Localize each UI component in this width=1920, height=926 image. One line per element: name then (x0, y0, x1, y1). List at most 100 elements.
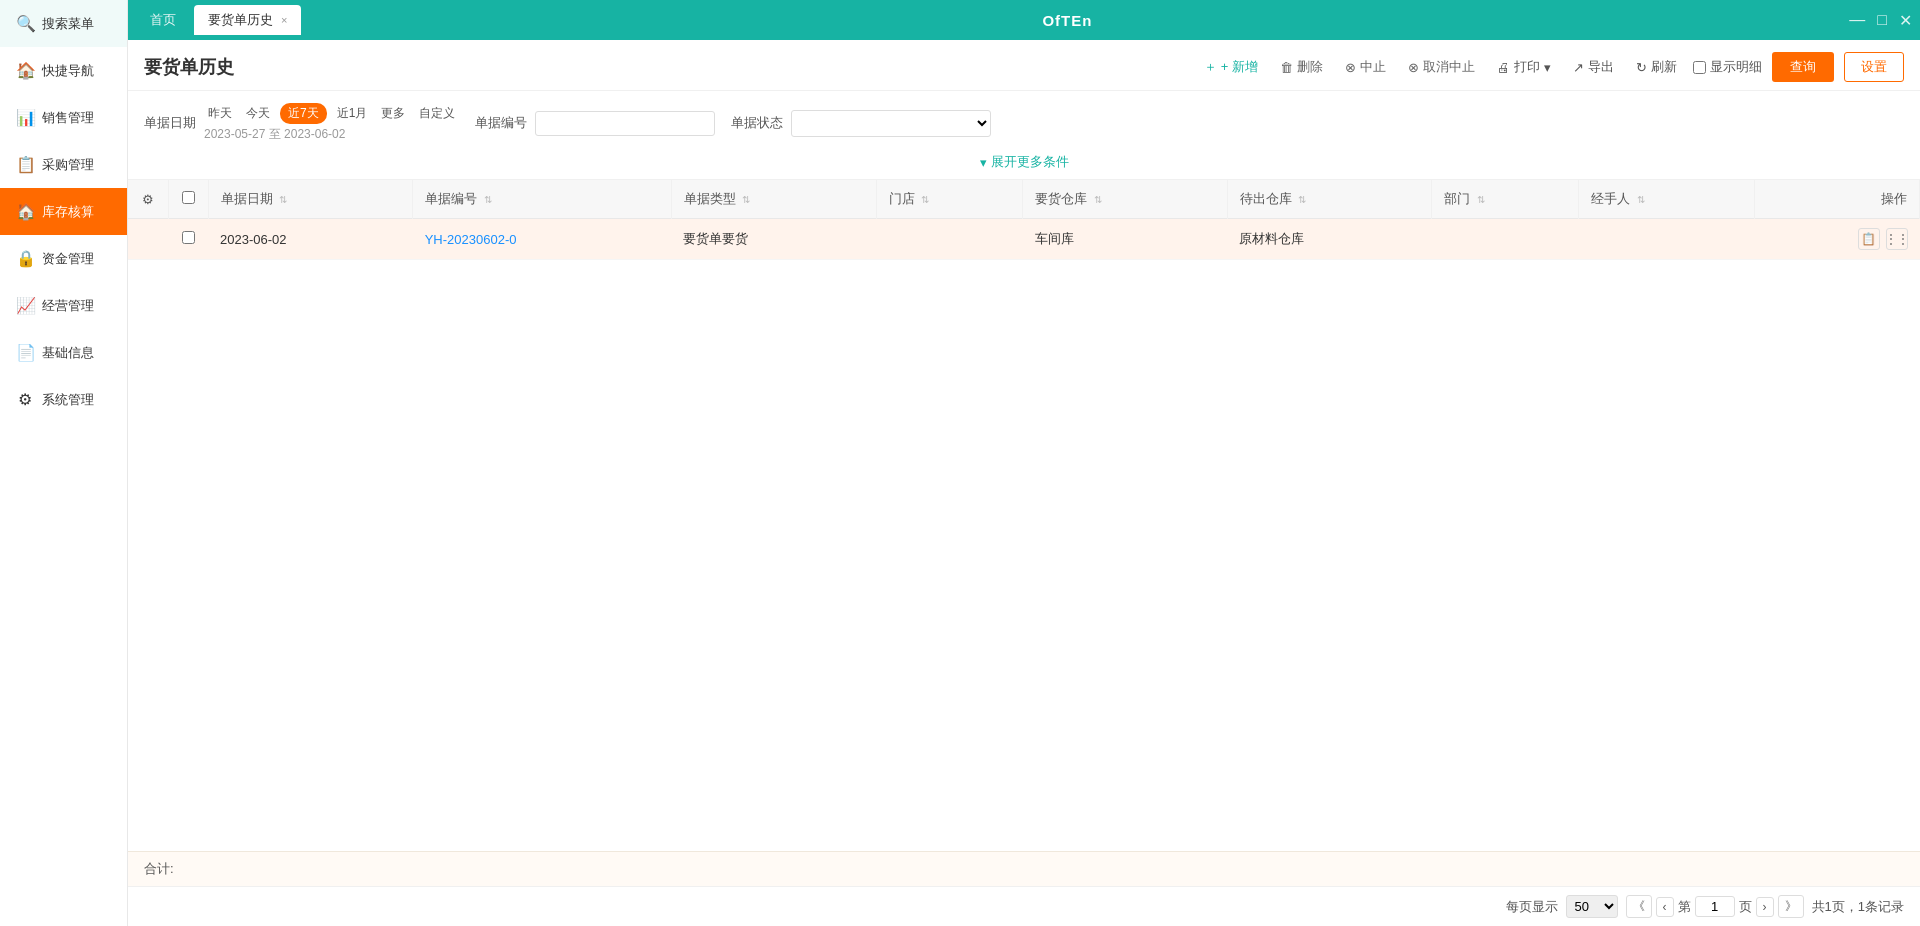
tab-home-label: 首页 (150, 11, 176, 29)
delete-button[interactable]: 🗑 删除 (1274, 54, 1329, 80)
sidebar-item-basics[interactable]: 📄 基础信息 (0, 329, 127, 376)
prev-page-button[interactable]: ‹ (1656, 897, 1674, 917)
row-action-edit[interactable]: 📋 (1858, 228, 1880, 250)
sort-icon-doc-date[interactable]: ⇅ (279, 194, 287, 205)
tab-home[interactable]: 首页 (136, 5, 190, 35)
next-page-button[interactable]: › (1756, 897, 1774, 917)
per-page-select[interactable]: 50 20 100 200 (1566, 895, 1618, 918)
stop-button[interactable]: ⊗ 中止 (1339, 54, 1392, 80)
th-store-label: 门店 (889, 191, 915, 206)
lock-icon: 🔒 (16, 249, 34, 268)
sidebar-item-finance[interactable]: 🔒 资金管理 (0, 235, 127, 282)
operations-icon: 📈 (16, 296, 34, 315)
print-button[interactable]: 🖨 打印 ▾ (1491, 54, 1557, 80)
sidebar-item-inventory[interactable]: 🏠 库存核算 (0, 188, 127, 235)
row-select-checkbox[interactable] (182, 231, 195, 244)
sort-icon-doc-number[interactable]: ⇅ (484, 194, 492, 205)
date-btn-more[interactable]: 更多 (377, 103, 409, 124)
tab-purchase-history[interactable]: 要货单历史 × (194, 5, 301, 35)
chevron-down-icon: ▾ (980, 155, 987, 170)
total-records-label: 共1页，1条记录 (1812, 898, 1904, 916)
home-icon: 🏠 (16, 61, 34, 80)
th-doc-number: 单据编号 ⇅ (413, 180, 672, 219)
toolbar: ＋ + 新增 🗑 删除 ⊗ 中止 ⊗ 取消中止 🖨 打印 (1198, 52, 1904, 82)
filter-row: 单据日期 昨天 今天 近7天 近1月 更多 自定义 2023-05-27 至 2… (144, 103, 1904, 143)
show-detail-checkbox[interactable] (1693, 61, 1706, 74)
first-page-button[interactable]: 《 (1626, 895, 1652, 918)
new-label: + 新增 (1221, 58, 1258, 76)
select-all-checkbox[interactable] (182, 191, 195, 204)
window-minimize-icon[interactable]: — (1849, 11, 1865, 29)
th-req-warehouse: 要货仓库 ⇅ (1023, 180, 1228, 219)
sort-icon-doc-type[interactable]: ⇅ (742, 194, 750, 205)
sidebar-item-quicknav[interactable]: 🏠 快捷导航 (0, 47, 127, 94)
sidebar-item-label: 经营管理 (42, 297, 94, 315)
th-pending-warehouse: 待出仓库 ⇅ (1227, 180, 1432, 219)
th-handler: 经手人 ⇅ (1579, 180, 1755, 219)
date-btn-custom[interactable]: 自定义 (415, 103, 459, 124)
date-btn-yesterday[interactable]: 昨天 (204, 103, 236, 124)
topbar-window-controls: — □ ✕ (1849, 11, 1912, 30)
doc-status-select[interactable] (791, 110, 991, 137)
settings-column-icon[interactable]: ⚙ (142, 192, 154, 207)
refresh-icon: ↻ (1636, 60, 1647, 75)
sidebar: 🔍 搜索菜单 🏠 快捷导航 📊 销售管理 📋 采购管理 🏠 库存核算 🔒 资金管… (0, 0, 128, 926)
sidebar-item-purchase[interactable]: 📋 采购管理 (0, 141, 127, 188)
refresh-button[interactable]: ↻ 刷新 (1630, 54, 1683, 80)
query-button[interactable]: 查询 (1772, 52, 1834, 82)
row-req-warehouse: 车间库 (1023, 219, 1228, 260)
cancel-stop-button[interactable]: ⊗ 取消中止 (1402, 54, 1481, 80)
expand-more-btn[interactable]: ▾ 展开更多条件 (980, 153, 1069, 171)
table-row: 2023-06-02 YH-20230602-0 要货单要货 车间库 原材料仓库… (128, 219, 1920, 260)
row-checkbox (168, 219, 208, 260)
table-wrapper: ⚙ 单据日期 ⇅ 单据编号 ⇅ (128, 180, 1920, 851)
th-doc-type-label: 单据类型 (684, 191, 736, 206)
sort-icon-req-warehouse[interactable]: ⇅ (1094, 194, 1102, 205)
sort-icon-store[interactable]: ⇅ (921, 194, 929, 205)
sidebar-item-label: 采购管理 (42, 156, 94, 174)
date-btn-last7days[interactable]: 近7天 (280, 103, 327, 124)
print-label: 打印 (1514, 58, 1540, 76)
show-detail-checkbox-wrapper[interactable]: 显示明细 (1693, 58, 1762, 76)
export-button[interactable]: ↗ 导出 (1567, 54, 1620, 80)
row-actions: 📋 ⋮⋮ (1754, 219, 1919, 260)
export-icon: ↗ (1573, 60, 1584, 75)
last-page-button[interactable]: 》 (1778, 895, 1804, 918)
date-filter-group: 单据日期 昨天 今天 近7天 近1月 更多 自定义 2023-05-27 至 2… (144, 103, 459, 143)
sidebar-item-label: 基础信息 (42, 344, 94, 362)
th-checkbox (168, 180, 208, 219)
main-content: 首页 要货单历史 × OfTEn — □ ✕ 要货单历史 ＋ + 新增 🗑 删 (128, 0, 1920, 926)
refresh-label: 刷新 (1651, 58, 1677, 76)
search-icon: 🔍 (16, 14, 34, 33)
sidebar-item-label: 库存核算 (42, 203, 94, 221)
gear-icon: ⚙ (16, 390, 34, 409)
row-pending-warehouse: 原材料仓库 (1227, 219, 1432, 260)
sidebar-item-search[interactable]: 🔍 搜索菜单 (0, 0, 127, 47)
window-restore-icon[interactable]: □ (1877, 11, 1887, 29)
sidebar-item-operations[interactable]: 📈 经营管理 (0, 282, 127, 329)
print-dropdown-icon[interactable]: ▾ (1544, 60, 1551, 75)
doc-number-link[interactable]: YH-20230602-0 (425, 232, 517, 247)
th-pending-warehouse-label: 待出仓库 (1240, 191, 1292, 206)
doc-number-input[interactable] (535, 111, 715, 136)
window-close-icon[interactable]: ✕ (1899, 11, 1912, 30)
sidebar-item-sales[interactable]: 📊 销售管理 (0, 94, 127, 141)
page-title: 要货单历史 (144, 55, 1198, 79)
sort-icon-handler[interactable]: ⇅ (1637, 194, 1645, 205)
row-handler (1579, 219, 1755, 260)
sidebar-item-label: 销售管理 (42, 109, 94, 127)
new-icon: ＋ (1204, 58, 1217, 76)
sort-icon-department[interactable]: ⇅ (1477, 194, 1485, 205)
tab-close-icon[interactable]: × (281, 14, 287, 26)
sort-icon-pending-warehouse[interactable]: ⇅ (1298, 194, 1306, 205)
settings-button[interactable]: 设置 (1844, 52, 1904, 82)
date-btn-last1month[interactable]: 近1月 (333, 103, 372, 124)
page-number-input[interactable] (1695, 896, 1735, 917)
row-settings (128, 219, 168, 260)
new-button[interactable]: ＋ + 新增 (1198, 54, 1264, 80)
row-action-more[interactable]: ⋮⋮ (1886, 228, 1908, 250)
date-btn-today[interactable]: 今天 (242, 103, 274, 124)
sidebar-item-system[interactable]: ⚙ 系统管理 (0, 376, 127, 423)
inventory-icon: 🏠 (16, 202, 34, 221)
th-department: 部门 ⇅ (1432, 180, 1579, 219)
